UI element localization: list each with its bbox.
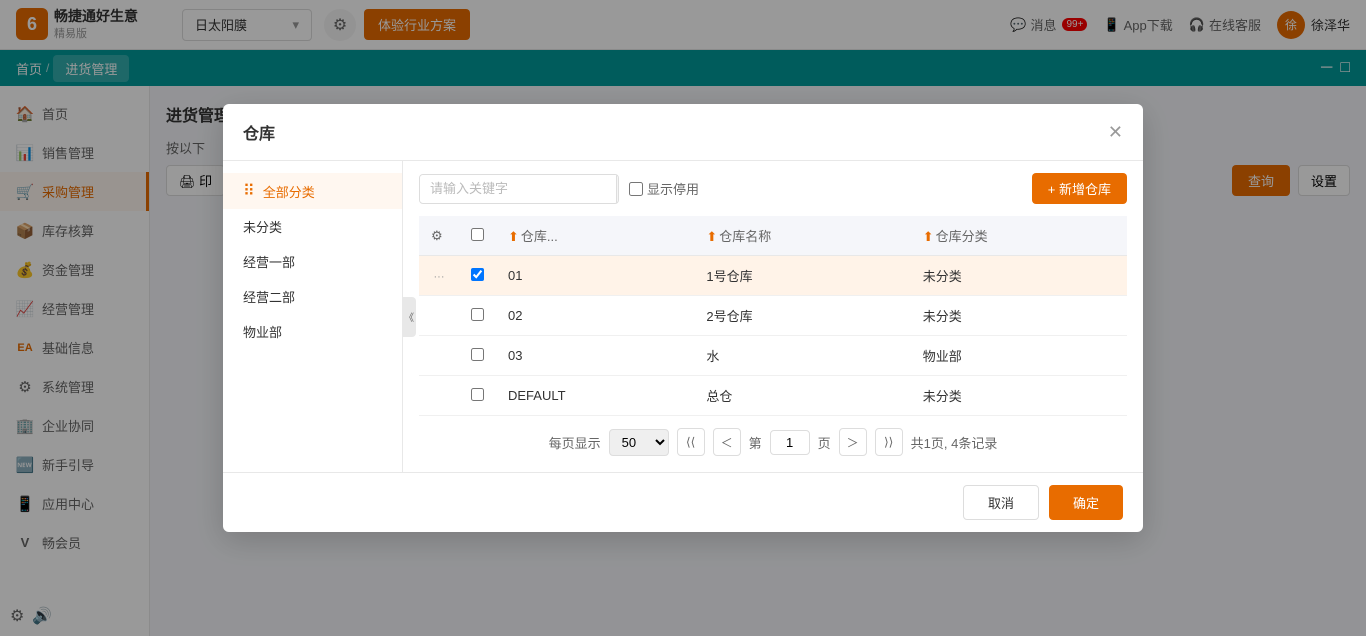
table-container: ⚙ ⬆仓库... ⬆仓库名称 ⬆仓库分类 ··· 01 bbox=[419, 216, 1127, 416]
add-warehouse-button[interactable]: + 新增仓库 bbox=[1032, 173, 1127, 204]
sort-code-icon: ⬆ bbox=[508, 229, 519, 244]
row-name: 水 bbox=[694, 336, 910, 376]
row-checkbox[interactable] bbox=[471, 308, 484, 321]
row-name: 总仓 bbox=[694, 376, 910, 416]
modal-table-panel: 🔍 显示停用 + 新增仓库 ⚙ bbox=[403, 161, 1143, 472]
warehouse-modal: 仓库 ✕ 《 ⠿ 全部分类 未分类 经营一部 经营二部 bbox=[223, 104, 1143, 532]
row-code: DEFAULT bbox=[496, 376, 694, 416]
category-item-uncategorized[interactable]: 未分类 bbox=[223, 209, 402, 244]
show-disabled-checkbox[interactable] bbox=[629, 182, 643, 196]
row-checkbox[interactable] bbox=[471, 388, 484, 401]
category-item-property[interactable]: 物业部 bbox=[223, 314, 402, 349]
row-checkbox[interactable] bbox=[471, 348, 484, 361]
modal-close-button[interactable]: ✕ bbox=[1108, 123, 1123, 141]
col-header-checkbox bbox=[459, 216, 496, 256]
search-input[interactable] bbox=[420, 175, 616, 202]
row-category: 未分类 bbox=[911, 376, 1127, 416]
table-row[interactable]: DEFAULT 总仓 未分类 bbox=[419, 376, 1127, 416]
per-page-select[interactable]: 50 10 20 100 bbox=[609, 429, 669, 456]
prev-page-button[interactable]: ＜ bbox=[713, 428, 741, 456]
modal-header: 仓库 ✕ bbox=[223, 104, 1143, 161]
first-page-button[interactable]: ⟨⟨ bbox=[677, 428, 705, 456]
row-actions: ··· bbox=[419, 256, 459, 296]
total-info: 共1页, 4条记录 bbox=[911, 433, 998, 452]
col-header-gear: ⚙ bbox=[419, 216, 459, 256]
modal-footer: 取消 确定 bbox=[223, 472, 1143, 532]
table-row[interactable]: 02 2号仓库 未分类 bbox=[419, 296, 1127, 336]
search-box: 🔍 bbox=[419, 174, 619, 204]
page-number-input[interactable] bbox=[770, 430, 810, 455]
sort-cat-icon: ⬆ bbox=[923, 229, 934, 244]
next-page-button[interactable]: ＞ bbox=[839, 428, 867, 456]
category-label-ops2: 经营二部 bbox=[243, 287, 295, 306]
cancel-button[interactable]: 取消 bbox=[963, 485, 1039, 520]
row-actions bbox=[419, 296, 459, 336]
modal-category-panel: 《 ⠿ 全部分类 未分类 经营一部 经营二部 物业部 bbox=[223, 161, 403, 472]
row-code: 02 bbox=[496, 296, 694, 336]
gear-col-icon[interactable]: ⚙ bbox=[431, 228, 443, 243]
table-row[interactable]: ··· 01 1号仓库 未分类 bbox=[419, 256, 1127, 296]
row-actions bbox=[419, 376, 459, 416]
category-label-property: 物业部 bbox=[243, 322, 282, 341]
row-checkbox-cell bbox=[459, 376, 496, 416]
last-page-button[interactable]: ⟩⟩ bbox=[875, 428, 903, 456]
collapse-panel-button[interactable]: 《 bbox=[402, 297, 416, 337]
confirm-button[interactable]: 确定 bbox=[1049, 485, 1123, 520]
row-more-icon[interactable]: ··· bbox=[434, 271, 445, 283]
row-checkbox-cell bbox=[459, 336, 496, 376]
row-category: 物业部 bbox=[911, 336, 1127, 376]
row-name: 2号仓库 bbox=[694, 296, 910, 336]
select-all-checkbox[interactable] bbox=[471, 228, 484, 241]
per-page-label: 每页显示 bbox=[549, 433, 601, 452]
sort-name-icon: ⬆ bbox=[706, 229, 717, 244]
row-category: 未分类 bbox=[911, 256, 1127, 296]
pagination-bar: 每页显示 50 10 20 100 ⟨⟨ ＜ 第 页 ＞ ⟩⟩ 共1页, 4条记… bbox=[419, 416, 1127, 460]
page-prefix-label: 第 bbox=[749, 433, 762, 452]
row-code: 01 bbox=[496, 256, 694, 296]
row-checkbox-cell bbox=[459, 296, 496, 336]
show-disabled-label: 显示停用 bbox=[629, 179, 699, 198]
category-item-ops1[interactable]: 经营一部 bbox=[223, 244, 402, 279]
row-category: 未分类 bbox=[911, 296, 1127, 336]
category-label-all: 全部分类 bbox=[263, 182, 315, 201]
row-code: 03 bbox=[496, 336, 694, 376]
warehouse-table: ⚙ ⬆仓库... ⬆仓库名称 ⬆仓库分类 ··· 01 bbox=[419, 216, 1127, 416]
page-suffix-label: 页 bbox=[818, 433, 831, 452]
row-checkbox-cell bbox=[459, 256, 496, 296]
row-actions bbox=[419, 336, 459, 376]
modal-title: 仓库 bbox=[243, 120, 275, 144]
row-checkbox[interactable] bbox=[471, 268, 484, 281]
col-header-code: ⬆仓库... bbox=[496, 216, 694, 256]
table-row[interactable]: 03 水 物业部 bbox=[419, 336, 1127, 376]
col-header-name: ⬆仓库名称 bbox=[694, 216, 910, 256]
category-label-uncategorized: 未分类 bbox=[243, 217, 282, 236]
category-item-ops2[interactable]: 经营二部 bbox=[223, 279, 402, 314]
category-item-all[interactable]: ⠿ 全部分类 bbox=[223, 173, 402, 209]
category-dots-icon: ⠿ bbox=[243, 181, 255, 201]
search-button[interactable]: 🔍 bbox=[616, 175, 619, 203]
category-label-ops1: 经营一部 bbox=[243, 252, 295, 271]
row-name: 1号仓库 bbox=[694, 256, 910, 296]
col-header-category: ⬆仓库分类 bbox=[911, 216, 1127, 256]
modal-body: 《 ⠿ 全部分类 未分类 经营一部 经营二部 物业部 bbox=[223, 161, 1143, 472]
modal-overlay: 仓库 ✕ 《 ⠿ 全部分类 未分类 经营一部 经营二部 bbox=[0, 0, 1366, 636]
modal-toolbar: 🔍 显示停用 + 新增仓库 bbox=[419, 173, 1127, 204]
